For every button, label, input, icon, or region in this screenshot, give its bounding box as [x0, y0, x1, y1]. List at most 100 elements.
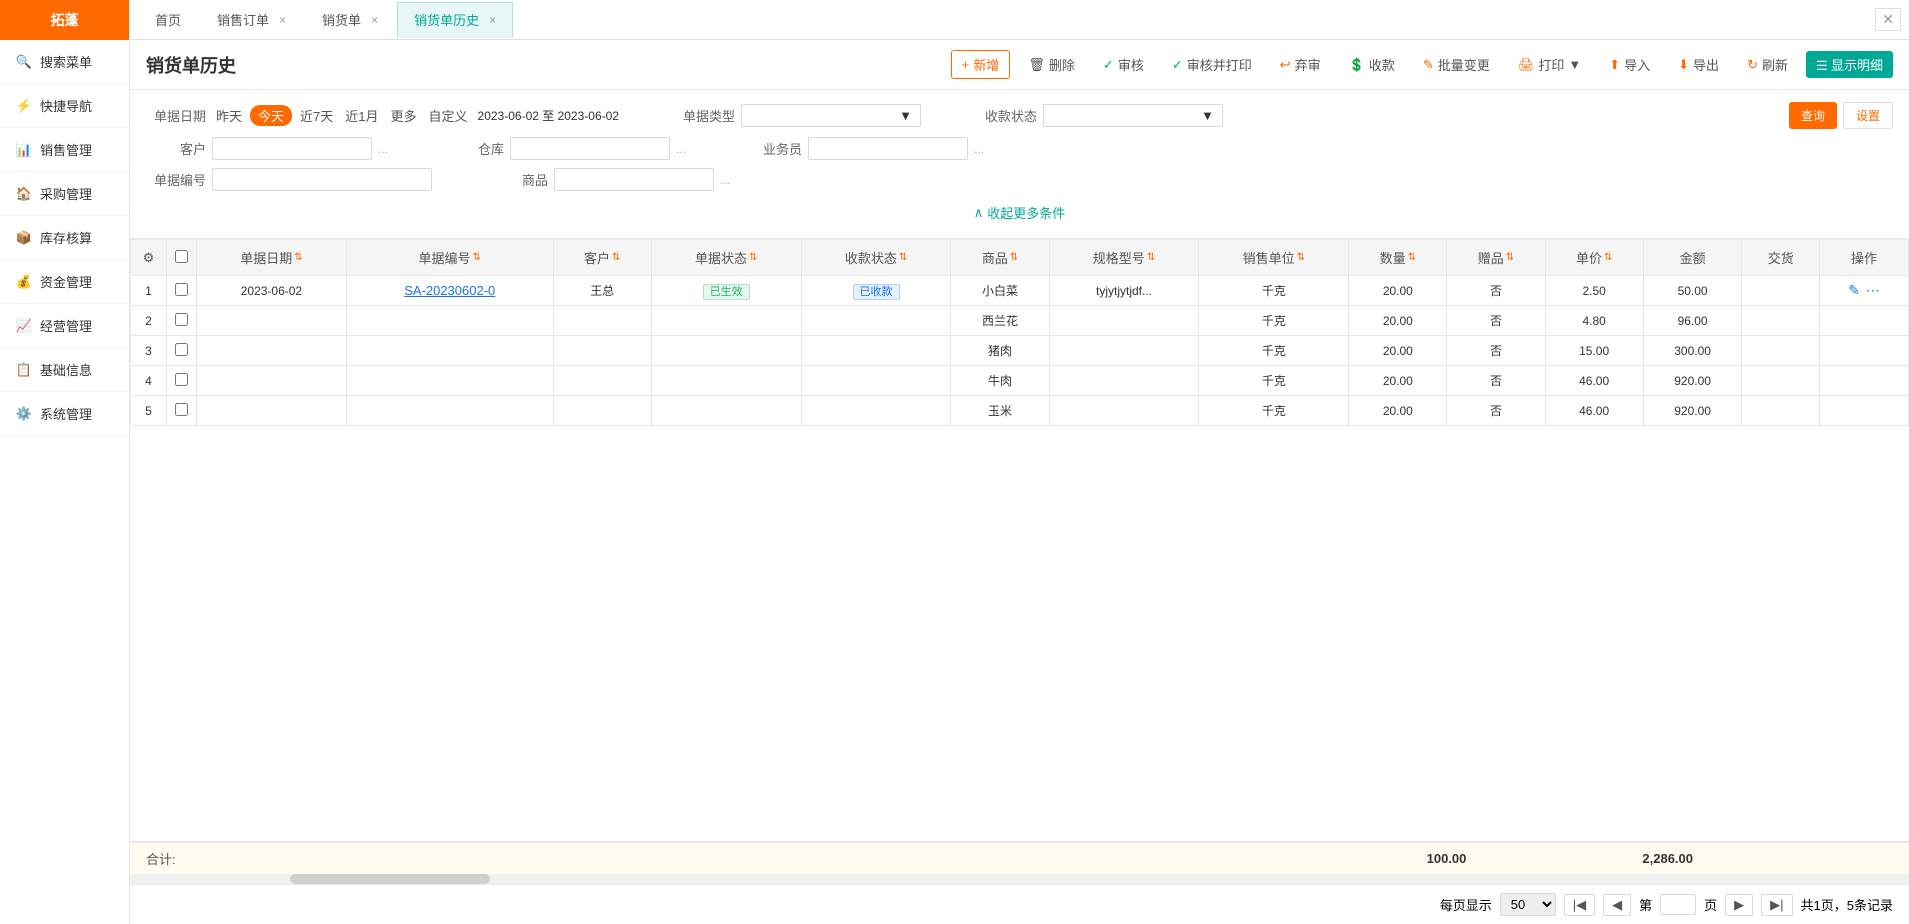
row-actions[interactable]: [1819, 396, 1908, 426]
th-no[interactable]: 单据编号 ⇅: [346, 240, 553, 276]
row-actions[interactable]: [1819, 366, 1908, 396]
scrollbar-thumb[interactable]: [290, 874, 490, 884]
th-qty[interactable]: 数量 ⇅: [1349, 240, 1447, 276]
row-select-checkbox[interactable]: [175, 403, 188, 416]
date-btn-yesterday[interactable]: 昨天: [212, 105, 246, 126]
delete-button[interactable]: 🗑 删除: [1018, 51, 1085, 78]
import-button[interactable]: ⬆ 导入: [1599, 51, 1660, 78]
batch-change-button[interactable]: ✎ 批量变更: [1413, 51, 1500, 78]
sidebar-item-basic-info[interactable]: 📋 基础信息: [0, 348, 129, 392]
sidebar-item-purchase[interactable]: 🏠 采购管理: [0, 172, 129, 216]
query-button[interactable]: 查询: [1789, 102, 1837, 129]
date-btn-more[interactable]: 更多: [387, 105, 421, 126]
page-prev-btn[interactable]: ◀: [1603, 894, 1631, 916]
page-size-select[interactable]: 50 100: [1500, 893, 1556, 916]
agent-input[interactable]: [808, 137, 968, 160]
date-btn-custom[interactable]: 自定义: [425, 105, 472, 126]
row-actions[interactable]: ✎⋯: [1819, 276, 1908, 306]
row-no[interactable]: [346, 306, 553, 336]
warehouse-more-btn[interactable]: ...: [676, 142, 686, 156]
row-select-checkbox[interactable]: [175, 283, 188, 296]
th-unit[interactable]: 销售单位 ⇅: [1199, 240, 1349, 276]
row-checkbox[interactable]: [167, 306, 197, 336]
unit-sort[interactable]: 销售单位 ⇅: [1205, 248, 1342, 267]
collapse-button[interactable]: ∧ 收起更多条件: [146, 199, 1893, 226]
sidebar-item-system[interactable]: ⚙️ 系统管理: [0, 392, 129, 436]
row-actions[interactable]: [1819, 336, 1908, 366]
product-sort[interactable]: 商品 ⇅: [957, 248, 1042, 267]
edit-icon[interactable]: ✎: [1848, 282, 1860, 299]
tab-sales-order-close[interactable]: ×: [279, 13, 286, 27]
new-button[interactable]: + 新增: [951, 50, 1011, 79]
close-all-tabs-btn[interactable]: ✕: [1875, 8, 1901, 31]
page-first-btn[interactable]: |◀: [1564, 894, 1595, 916]
th-gift[interactable]: 赠品 ⇅: [1447, 240, 1545, 276]
no-sort[interactable]: 单据编号 ⇅: [353, 248, 547, 267]
audit-button[interactable]: ✓ 审核: [1093, 51, 1154, 78]
filter-settings-button[interactable]: 设置: [1843, 102, 1893, 129]
print-button[interactable]: 🖨 打印 ▼: [1508, 51, 1591, 78]
status-select[interactable]: ▼: [1043, 104, 1223, 127]
abandon-button[interactable]: ↩ 弃审: [1270, 51, 1331, 78]
page-last-btn[interactable]: ▶|: [1761, 894, 1792, 916]
audit-print-button[interactable]: ✓ 审核并打印: [1162, 51, 1262, 78]
table-settings-icon[interactable]: ⚙: [143, 250, 155, 265]
refresh-button[interactable]: ↻ 刷新: [1737, 51, 1798, 78]
scrollbar[interactable]: [130, 874, 1909, 884]
date-sort[interactable]: 单据日期 ⇅: [203, 248, 340, 267]
agent-more-btn[interactable]: ...: [974, 142, 984, 156]
tab-sales-delivery-close[interactable]: ×: [371, 13, 378, 27]
more-icon[interactable]: ⋯: [1866, 282, 1880, 299]
row-select-checkbox[interactable]: [175, 373, 188, 386]
page-next-btn[interactable]: ▶: [1725, 894, 1753, 916]
collect-button[interactable]: 💲 收款: [1339, 51, 1405, 78]
export-button[interactable]: ⬇ 导出: [1668, 51, 1729, 78]
row-checkbox[interactable]: [167, 336, 197, 366]
sidebar-item-quick-nav[interactable]: ⚡ 快捷导航: [0, 84, 129, 128]
th-date[interactable]: 单据日期 ⇅: [197, 240, 347, 276]
th-doc-status[interactable]: 单据状态 ⇅: [651, 240, 801, 276]
row-checkbox[interactable]: [167, 396, 197, 426]
sidebar-item-inventory[interactable]: 📦 库存核算: [0, 216, 129, 260]
product-input[interactable]: [554, 168, 714, 191]
tab-sales-history-close[interactable]: ×: [489, 13, 496, 27]
pay-status-sort[interactable]: 收款状态 ⇅: [808, 248, 945, 267]
row-no[interactable]: [346, 366, 553, 396]
customer-input[interactable]: [212, 137, 372, 160]
row-no[interactable]: [346, 396, 553, 426]
th-spec[interactable]: 规格型号 ⇅: [1049, 240, 1199, 276]
row-no[interactable]: SA-20230602-0: [346, 276, 553, 306]
row-actions[interactable]: [1819, 306, 1908, 336]
select-all-checkbox[interactable]: [175, 250, 188, 263]
row-no[interactable]: [346, 336, 553, 366]
sidebar-item-search[interactable]: 🔍 搜索菜单: [0, 40, 129, 84]
order-no-input[interactable]: [212, 168, 432, 191]
tab-sales-history[interactable]: 销货单历史 ×: [397, 2, 513, 38]
date-btn-today[interactable]: 今天: [250, 105, 292, 126]
row-select-checkbox[interactable]: [175, 313, 188, 326]
order-no-link[interactable]: SA-20230602-0: [404, 283, 495, 298]
doc-status-sort[interactable]: 单据状态 ⇅: [658, 248, 795, 267]
tab-sales-delivery[interactable]: 销货单 ×: [305, 2, 395, 38]
tab-sales-order[interactable]: 销售订单 ×: [200, 2, 303, 38]
price-sort[interactable]: 单价 ⇅: [1552, 248, 1637, 267]
sidebar-item-finance[interactable]: 💰 资金管理: [0, 260, 129, 304]
warehouse-input[interactable]: [510, 137, 670, 160]
th-settings[interactable]: ⚙: [131, 240, 167, 276]
show-details-button[interactable]: ☰ 显示明细: [1806, 51, 1893, 78]
qty-sort[interactable]: 数量 ⇅: [1355, 248, 1440, 267]
type-select[interactable]: ▼: [741, 104, 921, 127]
sidebar-item-operations[interactable]: 📈 经营管理: [0, 304, 129, 348]
page-input[interactable]: 1: [1660, 894, 1696, 915]
th-pay-status[interactable]: 收款状态 ⇅: [801, 240, 951, 276]
tab-home[interactable]: 首页: [138, 2, 198, 38]
date-btn-1month[interactable]: 近1月: [341, 105, 382, 126]
row-checkbox[interactable]: [167, 276, 197, 306]
product-more-btn[interactable]: ...: [720, 173, 730, 187]
table-container[interactable]: ⚙ 单据日期 ⇅ 单据编号: [130, 239, 1909, 841]
th-product[interactable]: 商品 ⇅: [951, 240, 1049, 276]
th-checkbox[interactable]: [167, 240, 197, 276]
row-select-checkbox[interactable]: [175, 343, 188, 356]
sidebar-item-sales[interactable]: 📊 销售管理: [0, 128, 129, 172]
gift-sort[interactable]: 赠品 ⇅: [1453, 248, 1538, 267]
